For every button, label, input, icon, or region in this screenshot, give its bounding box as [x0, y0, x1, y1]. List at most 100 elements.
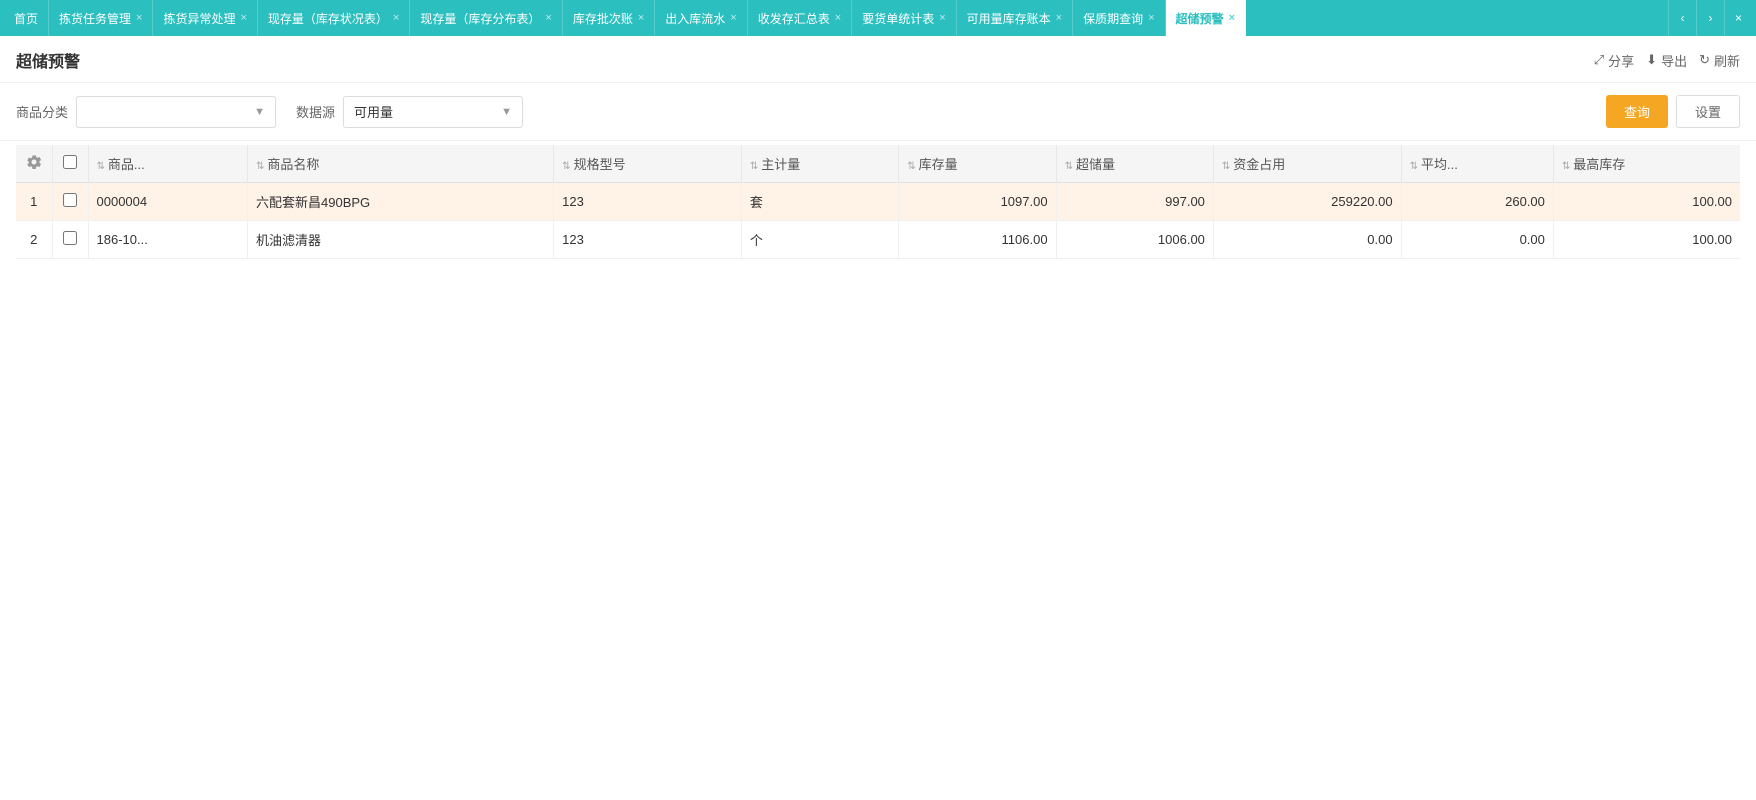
nav-tab-9[interactable]: 保质期查询× — [1073, 0, 1165, 36]
td-avg-0: 260.00 — [1401, 183, 1553, 221]
td-over-stock-0: 997.00 — [1056, 183, 1213, 221]
td-unit-0: 套 — [741, 183, 898, 221]
th-product-name[interactable]: ⇅商品名称 — [248, 145, 554, 183]
page-content: 超储预警 ⤢ 分享 ⬇ 导出 ↻ 刷新 商品分类 ▼ 数据源 — [0, 36, 1756, 800]
td-over-stock-1: 1006.00 — [1056, 221, 1213, 259]
td-avg-1: 0.00 — [1401, 221, 1553, 259]
refresh-action[interactable]: ↻ 刷新 — [1699, 51, 1740, 70]
datasource-select[interactable]: 可用量 ▼ — [343, 96, 523, 128]
nav-tab-1[interactable]: 拣货异常处理 × — [153, 0, 257, 36]
nav-tab-label-2: 现存量（库存状况表） — [268, 10, 388, 27]
share-action[interactable]: ⤢ 分享 — [1594, 51, 1634, 70]
category-select[interactable]: ▼ — [76, 96, 276, 128]
nav-tab-label-10: 超储预警 — [1176, 10, 1224, 27]
nav-tab-8[interactable]: 可用量库存账本× — [957, 0, 1073, 36]
nav-tab-4[interactable]: 库存批次账 × — [563, 0, 655, 36]
nav-tab-close-2[interactable]: × — [393, 12, 399, 24]
nav-tab-label-0: 拣货任务管理 — [59, 10, 131, 27]
nav-tab-close-5[interactable]: × — [730, 12, 736, 24]
refresh-label: 刷新 — [1714, 51, 1740, 70]
table-header-row: ⇅商品... ⇅商品名称 ⇅规格型号 ⇅主计量 ⇅库存量 ⇅超储量 ⇅资金占用 … — [16, 145, 1740, 183]
select-all-checkbox[interactable] — [63, 155, 77, 169]
gear-icon — [26, 154, 42, 170]
datasource-filter-group: 数据源 可用量 ▼ — [296, 96, 523, 128]
query-button[interactable]: 查询 — [1606, 95, 1668, 128]
td-capital-1: 0.00 — [1213, 221, 1401, 259]
nav-tab-close-3[interactable]: × — [545, 12, 551, 24]
datasource-value: 可用量 — [354, 102, 393, 121]
nav-tab-close-10[interactable]: × — [1229, 12, 1235, 24]
td-product-name-0: 六配套新昌490BPG — [248, 183, 554, 221]
nav-tab-close-9[interactable]: × — [1148, 12, 1154, 24]
td-product-code-0: 0000004 — [88, 183, 248, 221]
nav-tab-close-7[interactable]: × — [939, 12, 945, 24]
row-checkbox-0[interactable] — [63, 193, 77, 207]
nav-tab-label-4: 库存批次账 — [573, 10, 633, 27]
td-checkbox-0[interactable] — [52, 183, 88, 221]
td-product-code-1: 186-10... — [88, 221, 248, 259]
th-unit-label: 主计量 — [761, 157, 800, 172]
td-stock-1: 1106.00 — [899, 221, 1056, 259]
th-unit[interactable]: ⇅主计量 — [741, 145, 898, 183]
th-select-all[interactable] — [52, 145, 88, 183]
nav-tab-5[interactable]: 出入库流水 × — [655, 0, 747, 36]
nav-arrow-right[interactable]: › — [1696, 0, 1724, 36]
td-max-stock-0: 100.00 — [1553, 183, 1740, 221]
nav-tab-close-8[interactable]: × — [1056, 12, 1062, 24]
nav-tab-label-6: 收发存汇总表 — [758, 10, 830, 27]
header-actions: ⤢ 分享 ⬇ 导出 ↻ 刷新 — [1594, 51, 1740, 70]
page-title: 超储预警 — [16, 48, 80, 72]
td-unit-1: 个 — [741, 221, 898, 259]
nav-tab-close-1[interactable]: × — [240, 12, 246, 24]
nav-tab-7[interactable]: 要货单统计表× — [852, 0, 956, 36]
td-max-stock-1: 100.00 — [1553, 221, 1740, 259]
share-label: 分享 — [1608, 51, 1634, 70]
data-table: ⇅商品... ⇅商品名称 ⇅规格型号 ⇅主计量 ⇅库存量 ⇅超储量 ⇅资金占用 … — [16, 145, 1740, 259]
datasource-chevron-icon: ▼ — [501, 106, 512, 118]
th-capital[interactable]: ⇅资金占用 — [1213, 145, 1401, 183]
th-max-stock[interactable]: ⇅最高库存 — [1553, 145, 1740, 183]
nav-tab-3[interactable]: 现存量（库存分布表）× — [410, 0, 562, 36]
export-action[interactable]: ⬇ 导出 — [1646, 51, 1687, 70]
nav-tab-close-0[interactable]: × — [136, 12, 142, 24]
th-product-code-label: 商品... — [108, 157, 145, 172]
th-gear — [16, 145, 52, 183]
th-product-code[interactable]: ⇅商品... — [88, 145, 248, 183]
filter-actions: 查询 设置 — [1606, 95, 1740, 128]
td-index-0: 1 — [16, 183, 52, 221]
td-checkbox-1[interactable] — [52, 221, 88, 259]
td-capital-0: 259220.00 — [1213, 183, 1401, 221]
th-spec-label: 规格型号 — [574, 157, 626, 172]
td-index-1: 2 — [16, 221, 52, 259]
export-label: 导出 — [1661, 51, 1687, 70]
top-nav: 首页 拣货任务管理×拣货异常处理×现存量（库存状况表）×现存量（库存分布表）×库… — [0, 0, 1756, 36]
th-avg[interactable]: ⇅平均... — [1401, 145, 1553, 183]
row-checkbox-1[interactable] — [63, 231, 77, 245]
nav-tab-10[interactable]: 超储预警 × — [1166, 0, 1246, 36]
th-over-stock[interactable]: ⇅超储量 — [1056, 145, 1213, 183]
nav-tab-close-6[interactable]: × — [835, 12, 841, 24]
nav-tab-close-4[interactable]: × — [638, 12, 644, 24]
td-spec-1: 123 — [554, 221, 742, 259]
nav-tab-label-1: 拣货异常处理 — [163, 10, 235, 27]
nav-tab-0[interactable]: 拣货任务管理 × — [49, 0, 153, 36]
nav-arrow-more[interactable]: × — [1724, 0, 1752, 36]
home-label: 首页 — [14, 10, 38, 27]
nav-tab-6[interactable]: 收发存汇总表 × — [748, 0, 852, 36]
datasource-label: 数据源 — [296, 102, 335, 121]
nav-arrow-left[interactable]: ‹ — [1668, 0, 1696, 36]
th-product-name-label: 商品名称 — [267, 157, 319, 172]
th-stock[interactable]: ⇅库存量 — [899, 145, 1056, 183]
table-body: 1 0000004 六配套新昌490BPG 123 套 1097.00 997.… — [16, 183, 1740, 259]
nav-tab-2[interactable]: 现存量（库存状况表） × — [258, 0, 410, 36]
td-stock-0: 1097.00 — [899, 183, 1056, 221]
table-row: 1 0000004 六配套新昌490BPG 123 套 1097.00 997.… — [16, 183, 1740, 221]
category-label: 商品分类 — [16, 102, 68, 121]
filter-area: 商品分类 ▼ 数据源 可用量 ▼ 查询 设置 — [0, 83, 1756, 141]
th-capital-label: 资金占用 — [1233, 157, 1285, 172]
th-spec[interactable]: ⇅规格型号 — [554, 145, 742, 183]
settings-button[interactable]: 设置 — [1676, 95, 1740, 128]
nav-home[interactable]: 首页 — [4, 0, 49, 36]
th-avg-label: 平均... — [1421, 157, 1458, 172]
nav-tab-label-5: 出入库流水 — [665, 10, 725, 27]
